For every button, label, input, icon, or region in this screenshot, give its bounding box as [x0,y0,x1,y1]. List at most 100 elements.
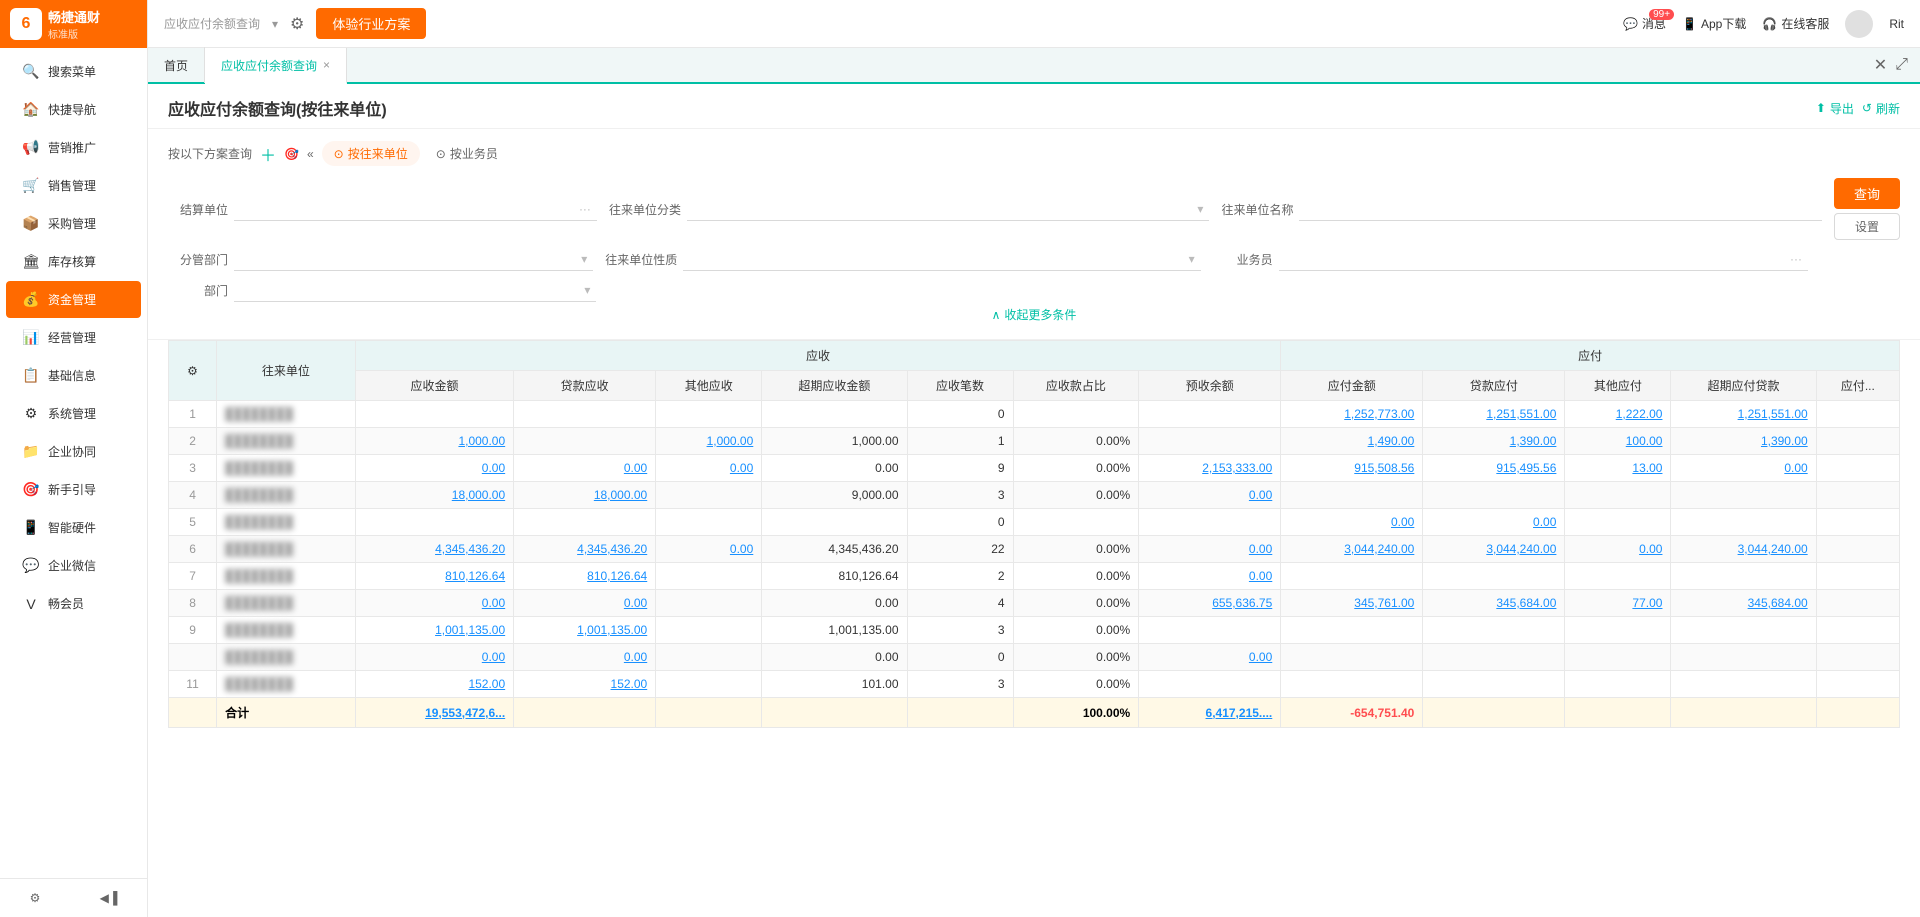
sidebar-item-营销推广[interactable]: 📢营销推广 [6,129,141,166]
scheme-label: 按以下方案查询 [168,145,252,162]
filter-input-name[interactable] [1299,198,1822,221]
filter-input-dept2[interactable]: ▾ [234,279,596,302]
sidebar-item-库存核算[interactable]: 🏛库存核算 [6,243,141,280]
user-name[interactable]: Rit [1889,17,1904,31]
scheme-target-btn[interactable]: 🎯 [284,147,299,161]
topbar-gear-icon[interactable]: ⚙ [290,14,304,34]
sidebar-item-采购管理[interactable]: 📦采购管理 [6,205,141,242]
refresh-btn[interactable]: ↺ 刷新 [1862,100,1900,117]
sidebar-label: 系统管理 [48,405,96,422]
export-btn[interactable]: ⬆ 导出 [1816,100,1854,117]
sidebar-label: 营销推广 [48,139,96,156]
tab-ar-label: 应收应付余额查询 [221,57,317,74]
table-row: 5████████00.000.00 [169,509,1900,536]
settings-btn[interactable]: 设置 [1834,213,1900,240]
sidebar-item-经营管理[interactable]: 📊经营管理 [6,319,141,356]
settings-bottom-btn[interactable]: ⚙ [22,887,49,909]
footer-ap-overdue [1671,698,1816,728]
tab-ar-query[interactable]: 应收应付余额查询 × [205,48,347,84]
footer-ar-prepay: 6,417,215.... [1139,698,1281,728]
cell-partner-name: ████████ [217,428,356,455]
col-settings[interactable]: ⚙ [169,341,217,401]
col-ar-amount: 应收金额 [355,371,513,401]
cell-partner-name: ████████ [217,644,356,671]
table-row: 1████████01,252,773.001,251,551.001,222.… [169,401,1900,428]
sidebar-item-企业协同[interactable]: 📁 企业协同 [6,433,141,470]
topbar-chevron[interactable]: ▾ [272,17,278,31]
filter-row-1: 结算单位 ··· 往来单位分类 ▾ 往来单位名称 [168,178,1900,240]
promo-button[interactable]: 体验行业方案 [316,8,426,39]
tab-ar-close[interactable]: × [323,58,330,72]
filter-field-name: 往来单位名称 [1221,198,1822,221]
col-group-ap: 应付 [1281,341,1900,371]
add-scheme-btn[interactable]: ＋ [260,142,276,166]
collapse-filter-btn[interactable]: ∧ 收起更多条件 [168,302,1900,327]
sidebar-label: 企业协同 [48,443,96,460]
user-avatar[interactable] [1845,10,1873,38]
content-area: 应收应付余额查询(按往来单位) ⬆ 导出 ↺ 刷新 按以下方案查询 ＋ 🎯 « [148,84,1920,917]
sidebar-label: 搜索菜单 [48,63,96,80]
sidebar-label: 快捷导航 [48,101,96,118]
sidebar-item-智能硬件[interactable]: 📱智能硬件 [6,509,141,546]
sidebar-label: 基础信息 [48,367,96,384]
collapse-up-icon: ∧ [992,308,1001,322]
field-label-nature: 往来单位性质 [605,251,677,268]
collapse-sidebar-btn[interactable]: ◀▐ [92,887,126,909]
table-container[interactable]: ⚙ 往来单位 应收 应付 应收金额 贷款应收 其他应收 超期应收金额 应收笔数 … [148,340,1920,917]
filter-input-dept[interactable]: ▾ [234,248,593,271]
filter-field-category: 往来单位分类 ▾ [609,198,1210,221]
filter-input-staff[interactable]: ··· [1279,248,1808,271]
sidebar-item-系统管理[interactable]: ⚙系统管理 [6,395,141,432]
sidebar-item-销售管理[interactable]: 🛒销售管理 [6,167,141,204]
content-header: 应收应付余额查询(按往来单位) ⬆ 导出 ↺ 刷新 [148,84,1920,129]
tab-home[interactable]: 首页 [148,47,205,83]
filter-field-company: 结算单位 ··· [168,198,597,221]
service-btn[interactable]: 🎧 在线客服 [1762,15,1829,32]
filter-input-company[interactable]: ··· [234,198,597,221]
filter-input-nature[interactable]: ▾ [683,248,1200,271]
sidebar: 6 畅捷通财 标准版 🔍搜索菜单🏠快捷导航📢营销推广🛒销售管理📦采购管理🏛库存核… [0,0,148,917]
sidebar-label: 销售管理 [48,177,96,194]
topbar-right: 💬 消息 99+ 📱 App下载 🎧 在线客服 Rit [1623,10,1904,38]
main-area: 应收应付余额查询 ▾ ⚙ 体验行业方案 💬 消息 99+ 📱 App下载 🎧 在… [148,0,1920,917]
sidebar-item-企业微信[interactable]: 💬企业微信 [6,547,141,584]
scheme-by-staff[interactable]: ⊙ 按业务员 [428,143,506,164]
service-icon: 🎧 [1762,17,1777,31]
table-row: 7████████810,126.64810,126.64810,126.642… [169,563,1900,590]
query-btn[interactable]: 查询 [1834,178,1900,209]
topbar: 应收应付余额查询 ▾ ⚙ 体验行业方案 💬 消息 99+ 📱 App下载 🎧 在… [148,0,1920,48]
field-label-dept2: 部门 [168,282,228,299]
sidebar-label: 企业微信 [48,557,96,574]
col-ap-more: 应付... [1816,371,1899,401]
filter-row-2: 分管部门 ▾ 往来单位性质 ▾ 业务员 ··· [168,248,1900,271]
dots-icon: ··· [579,202,591,216]
col-ar-other: 其他应收 [656,371,762,401]
chevron-dept2: ▾ [584,283,590,297]
sidebar-item-快捷导航[interactable]: 🏠快捷导航 [6,91,141,128]
sidebar-icon: 📁 [22,443,40,460]
sidebar-item-搜索菜单[interactable]: 🔍搜索菜单 [6,53,141,90]
sidebar-item-资金管理[interactable]: 💰资金管理 [6,281,141,318]
footer-ap-loan [1423,698,1565,728]
scheme-by-partner[interactable]: ⊙ 按往来单位 [322,141,420,166]
col-partner: 往来单位 [217,341,356,401]
filter-input-category[interactable]: ▾ [687,198,1210,221]
sidebar-label: 新手引导 [48,481,96,498]
scheme-collapse-btn[interactable]: « [307,147,314,161]
tab-close-icon[interactable]: ✕ [1874,55,1887,75]
sidebar-item-基础信息[interactable]: 📋基础信息 [6,357,141,394]
col-group-ar: 应收 [355,341,1280,371]
sidebar-icon: 📱 [22,519,40,536]
filter-area: 按以下方案查询 ＋ 🎯 « ⊙ 按往来单位 ⊙ 按业务员 结算单位 [148,129,1920,340]
cell-partner-name: ████████ [217,401,356,428]
table-row: 4████████18,000.0018,000.009,000.0030.00… [169,482,1900,509]
refresh-icon: ↺ [1862,101,1872,115]
sidebar-label: 经营管理 [48,329,96,346]
col-ar-overdue: 超期应收金额 [762,371,907,401]
tab-expand-icon[interactable]: ⤢ [1895,56,1908,74]
message-btn[interactable]: 💬 消息 99+ [1623,15,1666,32]
sidebar-item-新手引导[interactable]: 🎯新手引导 [6,471,141,508]
sidebar-item-畅会员[interactable]: V畅会员 [6,585,141,622]
app-download-btn[interactable]: 📱 App下载 [1682,15,1746,32]
logo-text-block: 畅捷通财 标准版 [48,7,100,41]
